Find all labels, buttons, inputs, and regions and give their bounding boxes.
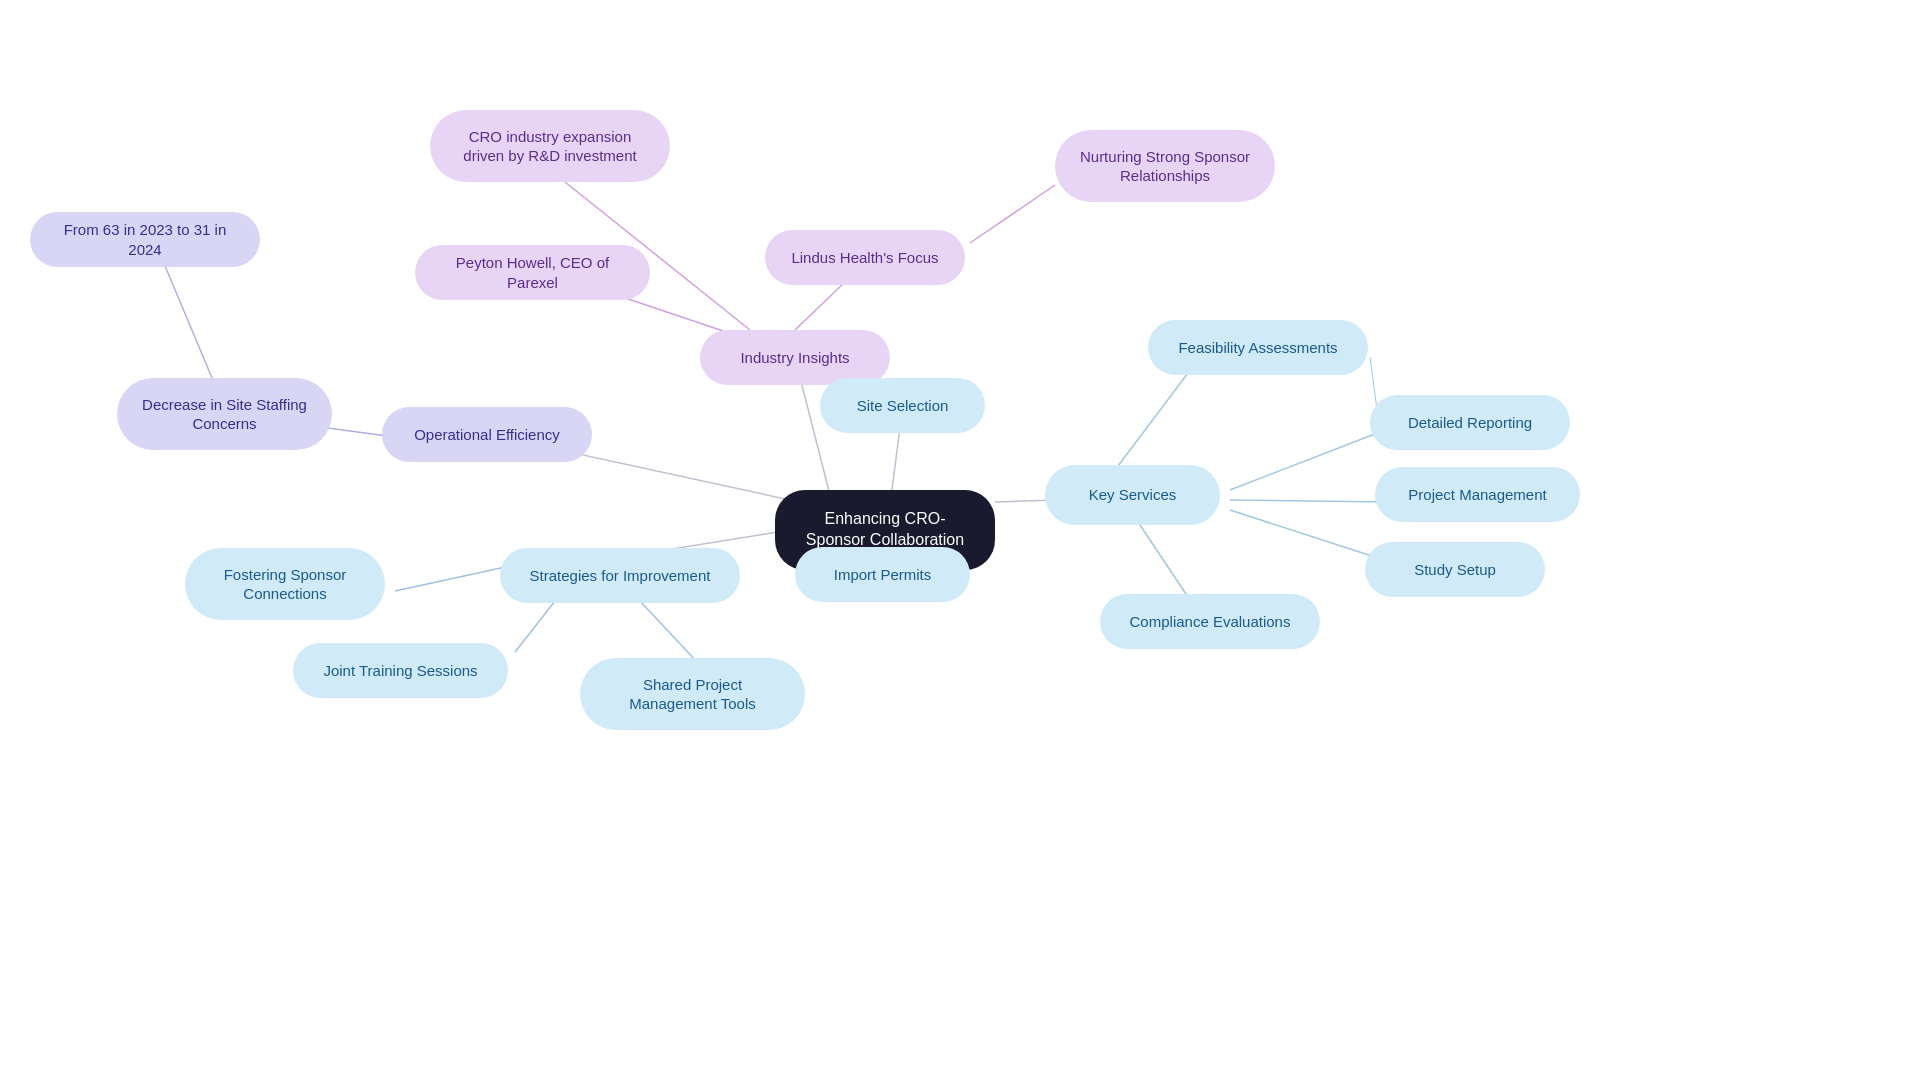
detailed-reporting-node: Detailed Reporting — [1370, 395, 1570, 450]
from63-node: From 63 in 2023 to 31 in 2024 — [30, 212, 260, 267]
decrease-site-staffing-node: Decrease in Site Staffing Concerns — [117, 378, 332, 450]
compliance-eval-node: Compliance Evaluations — [1100, 594, 1320, 649]
operational-efficiency-node: Operational Efficiency — [382, 407, 592, 462]
joint-training-node: Joint Training Sessions — [293, 643, 508, 698]
peyton-howell-node: Peyton Howell, CEO of Parexel — [415, 245, 650, 300]
svg-line-9 — [970, 185, 1055, 243]
feasibility-node: Feasibility Assessments — [1148, 320, 1368, 375]
shared-project-node: Shared Project Management Tools — [580, 658, 805, 730]
svg-line-17 — [1230, 432, 1380, 490]
nurturing-sponsor-node: Nurturing Strong Sponsor Relationships — [1055, 130, 1275, 202]
import-permits-node: Import Permits — [795, 547, 970, 602]
fostering-sponsor-node: Fostering Sponsor Connections — [185, 548, 385, 620]
lindus-health-node: Lindus Health's Focus — [765, 230, 965, 285]
strategies-improvement-node: Strategies for Improvement — [500, 548, 740, 603]
svg-line-18 — [1230, 500, 1390, 502]
site-selection-node: Site Selection — [820, 378, 985, 433]
cro-expansion-node: CRO industry expansion driven by R&D inv… — [430, 110, 670, 182]
industry-insights-node: Industry Insights — [700, 330, 890, 385]
key-services-node: Key Services — [1045, 465, 1220, 525]
project-management-node: Project Management — [1375, 467, 1580, 522]
study-setup-node: Study Setup — [1365, 542, 1545, 597]
svg-line-19 — [1230, 510, 1375, 557]
